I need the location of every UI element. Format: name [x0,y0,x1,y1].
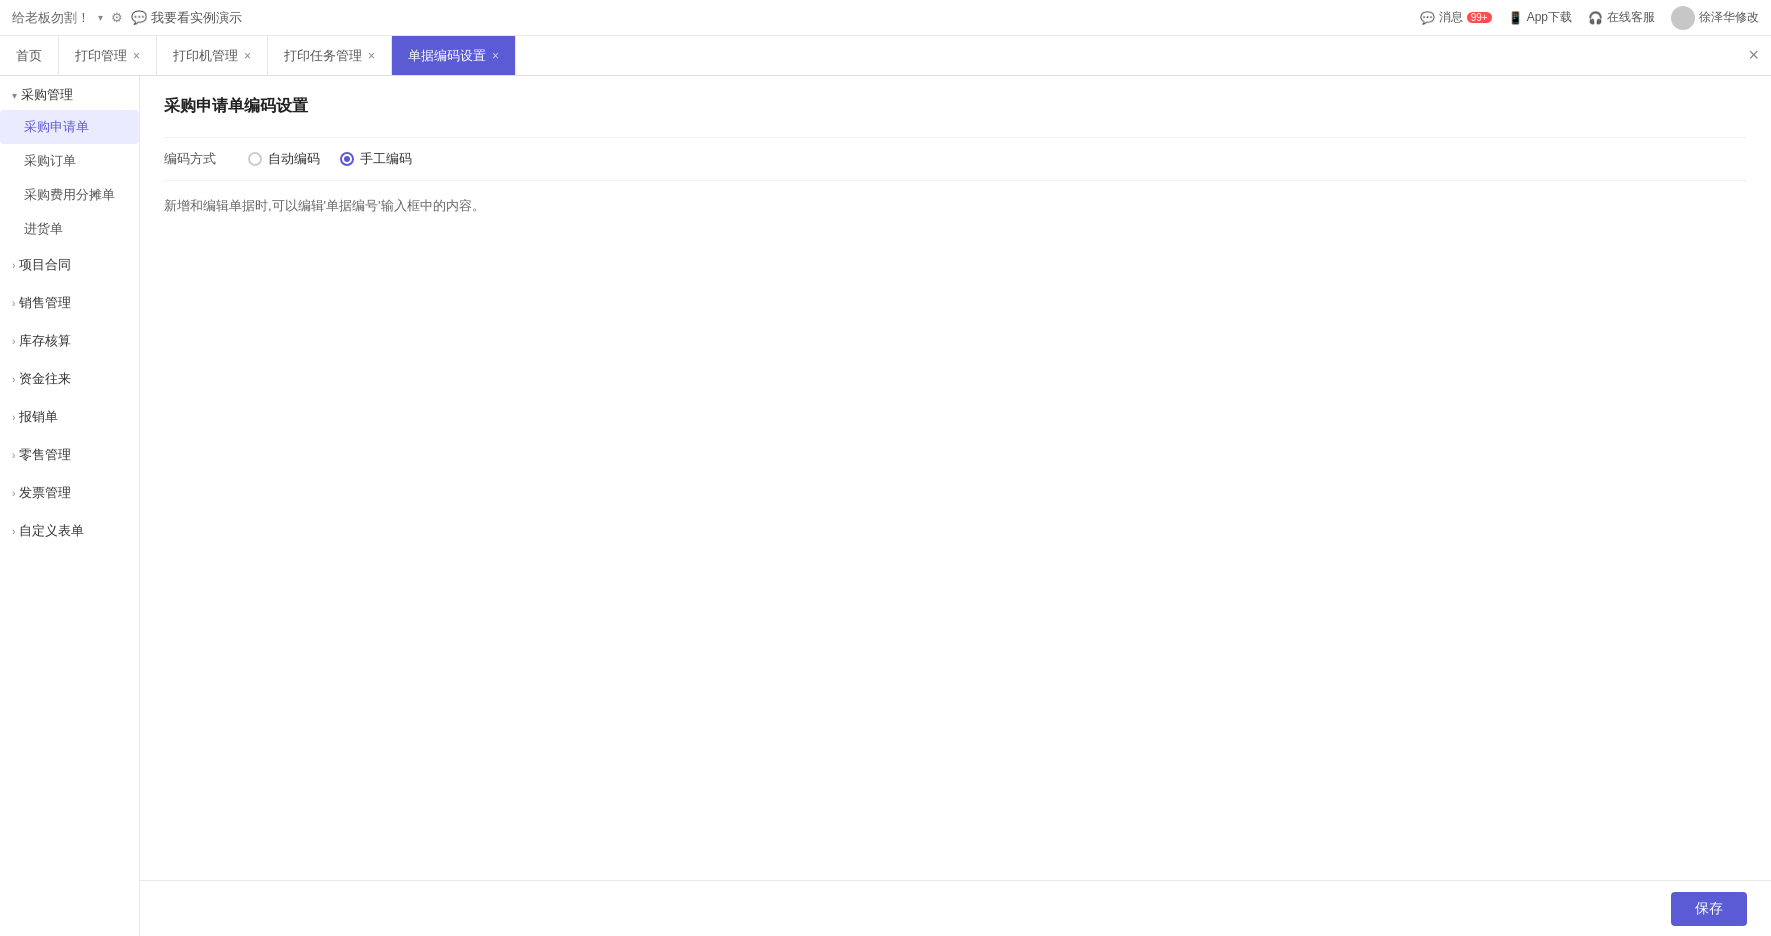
sidebar-group-inventory[interactable]: › 库存核算 [0,322,139,360]
sidebar-group-retail[interactable]: › 零售管理 [0,436,139,474]
tab-print-mgmt[interactable]: 打印管理 × [59,36,157,75]
chevron-down-icon: ▾ [12,90,17,101]
chevron-right-icon: › [12,526,15,537]
tab-printer-mgmt[interactable]: 打印机管理 × [157,36,268,75]
gear-icon[interactable]: ⚙ [111,10,123,25]
top-bar: 给老板勿割！ ▾ ⚙ 💬 我要看实例演示 💬 消息 99+ 📱 App下载 🎧 … [0,0,1771,36]
headset-icon: 🎧 [1588,11,1603,25]
save-button[interactable]: 保存 [1671,892,1747,926]
sidebar-item-purchase-in[interactable]: 进货单 [0,212,139,246]
phone-icon: 📱 [1508,11,1523,25]
sidebar-group-capital[interactable]: › 资金往来 [0,360,139,398]
encoding-label: 编码方式 [164,150,224,168]
user-menu[interactable]: 徐泽华修改 [1671,6,1759,30]
sidebar: ▾ 采购管理 采购申请单 采购订单 采购费用分摊单 进货单 › 项目合同 › 销… [0,76,140,936]
sidebar-group-custom-forms[interactable]: › 自定义表单 [0,512,139,550]
close-barcode-setting-icon[interactable]: × [492,49,499,63]
top-bar-left: 给老板勿割！ ▾ ⚙ 💬 我要看实例演示 [12,9,242,27]
encoding-row: 编码方式 自动编码 手工编码 [164,137,1747,181]
radio-manual-code[interactable]: 手工编码 [340,150,412,168]
message-icon: 💬 [1420,11,1435,25]
chevron-right-icon: › [12,298,15,309]
tab-print-task-mgmt[interactable]: 打印任务管理 × [268,36,392,75]
tab-bar-spacer [516,36,1736,75]
sidebar-group-purchase[interactable]: ▾ 采购管理 [0,76,139,110]
content-area: 采购申请单编码设置 编码方式 自动编码 手工编码 新增和编辑单据时,可以编辑'单… [140,76,1771,936]
close-printer-mgmt-icon[interactable]: × [244,49,251,63]
close-print-task-mgmt-icon[interactable]: × [368,49,375,63]
chevron-right-icon: › [12,336,15,347]
radio-manual-code-circle [340,152,354,166]
close-print-mgmt-icon[interactable]: × [133,49,140,63]
content-inner: 采购申请单编码设置 编码方式 自动编码 手工编码 新增和编辑单据时,可以编辑'单… [140,76,1771,880]
sidebar-group-purchase-label: 采购管理 [21,86,73,104]
sidebar-group-sales-mgmt[interactable]: › 销售管理 [0,284,139,322]
sidebar-group-project-contract[interactable]: › 项目合同 [0,246,139,284]
radio-group: 自动编码 手工编码 [248,150,412,168]
tab-printer-mgmt-label: 打印机管理 [173,47,238,65]
tab-print-mgmt-label: 打印管理 [75,47,127,65]
main-layout: ▾ 采购管理 采购申请单 采购订单 采购费用分摊单 进货单 › 项目合同 › 销… [0,76,1771,936]
demo-link[interactable]: 💬 我要看实例演示 [131,9,242,27]
radio-manual-code-label: 手工编码 [360,150,412,168]
avatar [1671,6,1695,30]
app-download-button[interactable]: 📱 App下载 [1508,9,1572,26]
sidebar-item-purchase-expense[interactable]: 采购费用分摊单 [0,178,139,212]
chevron-right-icon: › [12,412,15,423]
sidebar-group-return[interactable]: › 报销单 [0,398,139,436]
page-title: 采购申请单编码设置 [164,96,1747,117]
radio-auto-code-circle [248,152,262,166]
online-service-button[interactable]: 🎧 在线客服 [1588,9,1655,26]
tab-bar: 首页 打印管理 × 打印机管理 × 打印任务管理 × 单据编码设置 × × [0,36,1771,76]
top-bar-right: 💬 消息 99+ 📱 App下载 🎧 在线客服 徐泽华修改 [1420,6,1759,30]
tab-home[interactable]: 首页 [0,36,59,75]
tab-barcode-setting-label: 单据编码设置 [408,47,486,65]
sidebar-item-purchase-req[interactable]: 采购申请单 [0,110,139,144]
radio-auto-code[interactable]: 自动编码 [248,150,320,168]
chevron-right-icon: › [12,374,15,385]
chevron-right-icon: › [12,488,15,499]
close-all-tabs-button[interactable]: × [1736,36,1771,75]
sidebar-item-purchase-order[interactable]: 采购订单 [0,144,139,178]
tab-home-label: 首页 [16,47,42,65]
message-button[interactable]: 💬 消息 99+ [1420,9,1492,26]
chevron-down-icon: ▾ [98,12,103,23]
chevron-right-icon: › [12,450,15,461]
content-footer: 保存 [140,880,1771,936]
tab-print-task-mgmt-label: 打印任务管理 [284,47,362,65]
hint-text: 新增和编辑单据时,可以编辑'单据编号'输入框中的内容。 [164,197,1747,215]
tab-barcode-setting[interactable]: 单据编码设置 × [392,36,516,75]
brand-text: 给老板勿割！ [12,9,90,27]
sidebar-group-invoice[interactable]: › 发票管理 [0,474,139,512]
radio-auto-code-label: 自动编码 [268,150,320,168]
chevron-right-icon: › [12,260,15,271]
message-badge: 99+ [1467,12,1492,23]
